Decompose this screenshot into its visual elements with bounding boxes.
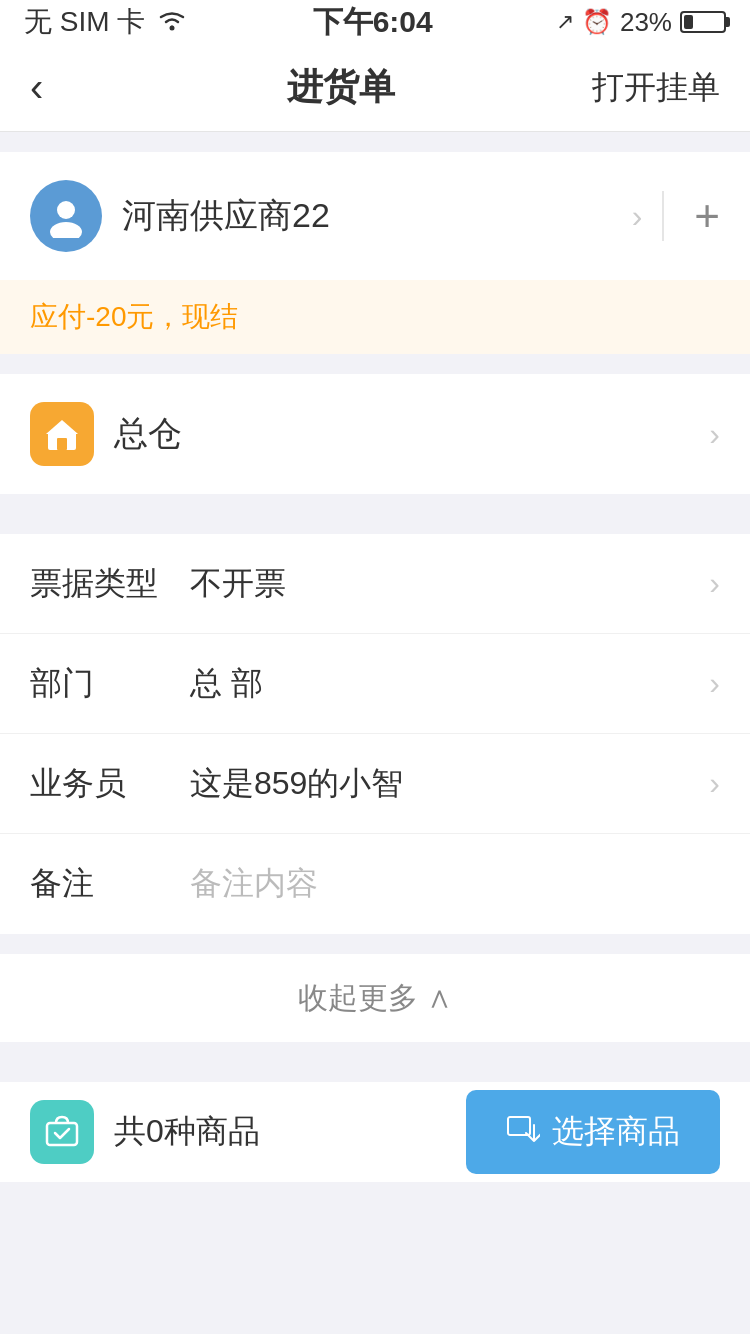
back-button[interactable]: ‹ <box>30 65 90 110</box>
page-title: 进货单 <box>287 63 395 112</box>
salesperson-chevron-icon: › <box>709 765 720 802</box>
supplier-chevron-icon: › <box>632 198 643 235</box>
svg-point-0 <box>170 26 175 31</box>
add-supplier-button[interactable]: + <box>694 194 720 238</box>
remark-input[interactable]: 备注内容 <box>170 862 720 906</box>
battery-icon <box>680 11 726 33</box>
invoice-type-chevron-icon: › <box>709 565 720 602</box>
invoice-type-label: 票据类型 <box>30 562 170 606</box>
status-left: 无 SIM 卡 <box>24 3 189 41</box>
section-gap-1 <box>0 132 750 152</box>
section-gap-4 <box>0 1042 750 1062</box>
salesperson-label: 业务员 <box>30 762 170 806</box>
supplier-row[interactable]: 河南供应商22 › + <box>0 152 750 280</box>
section-gap-3 <box>0 494 750 514</box>
department-chevron-icon: › <box>709 665 720 702</box>
remark-row[interactable]: 备注 备注内容 <box>0 834 750 934</box>
open-pending-button[interactable]: 打开挂单 <box>592 66 720 110</box>
notice-banner: 应付-20元，现结 <box>0 280 750 354</box>
page-background <box>0 1182 750 1334</box>
department-row[interactable]: 部门 总 部 › <box>0 634 750 734</box>
salesperson-value: 这是859的小智 <box>170 762 709 806</box>
department-value: 总 部 <box>170 662 709 706</box>
alarm-icon: ⏰ <box>582 8 612 36</box>
collapse-button[interactable]: 收起更多 ∧ <box>0 954 750 1042</box>
select-product-icon <box>506 1114 540 1151</box>
svg-rect-5 <box>57 438 67 450</box>
warehouse-row[interactable]: 总仓 › <box>0 374 750 494</box>
select-product-button[interactable]: 选择商品 <box>466 1090 720 1174</box>
remark-label: 备注 <box>30 862 170 906</box>
warehouse-section: 总仓 › <box>0 374 750 494</box>
product-icon <box>30 1100 94 1164</box>
product-count-label: 共0种商品 <box>114 1110 466 1154</box>
supplier-avatar <box>30 180 102 252</box>
invoice-type-row[interactable]: 票据类型 不开票 › <box>0 534 750 634</box>
invoice-type-value: 不开票 <box>170 562 709 606</box>
warehouse-chevron-icon: › <box>709 416 720 453</box>
time-label: 下午6:04 <box>313 2 433 43</box>
section-gap-2 <box>0 354 750 374</box>
department-label: 部门 <box>30 662 170 706</box>
select-product-label: 选择商品 <box>552 1110 680 1154</box>
warehouse-icon <box>30 402 94 466</box>
form-section: 票据类型 不开票 › 部门 总 部 › 业务员 这是859的小智 › 备注 备注… <box>0 534 750 934</box>
svg-rect-6 <box>47 1123 77 1145</box>
warehouse-label: 总仓 <box>114 411 709 457</box>
supplier-section: 河南供应商22 › + 应付-20元，现结 <box>0 152 750 354</box>
status-right: ↗ ⏰ 23% <box>556 7 726 38</box>
wifi-icon <box>155 6 189 38</box>
carrier-label: 无 SIM 卡 <box>24 3 145 41</box>
bottom-bar: 共0种商品 选择商品 <box>0 1082 750 1182</box>
nav-bar: ‹ 进货单 打开挂单 <box>0 44 750 132</box>
salesperson-row[interactable]: 业务员 这是859的小智 › <box>0 734 750 834</box>
supplier-divider <box>662 191 664 241</box>
svg-point-1 <box>57 201 75 219</box>
svg-marker-4 <box>46 420 78 434</box>
status-bar: 无 SIM 卡 下午6:04 ↗ ⏰ 23% <box>0 0 750 44</box>
location-icon: ↗ <box>556 9 574 35</box>
battery-percent: 23% <box>620 7 672 38</box>
supplier-name: 河南供应商22 <box>122 193 632 239</box>
svg-point-2 <box>50 222 82 238</box>
collapse-label: 收起更多 ∧ <box>298 978 451 1019</box>
